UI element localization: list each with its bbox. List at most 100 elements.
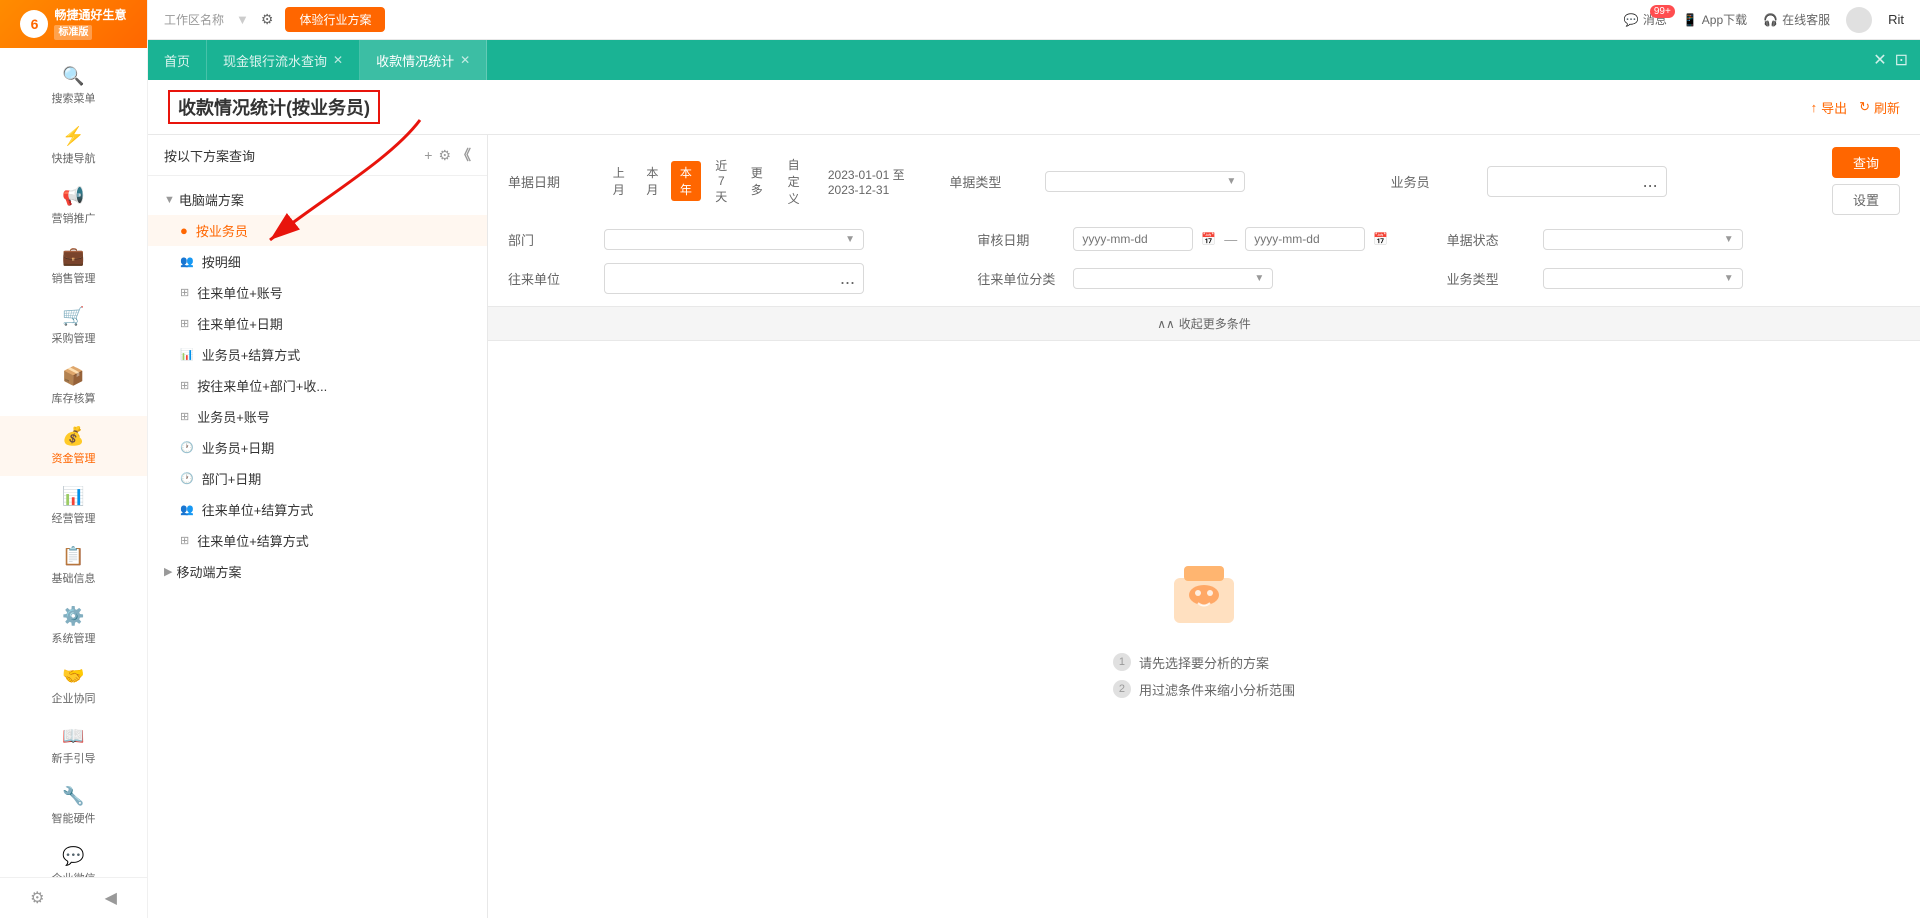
tree-item-counterpart-settle2[interactable]: ⊞ 往来单位+结算方式 xyxy=(148,525,487,556)
counterpart-more-btn[interactable]: ... xyxy=(840,268,855,289)
tree-arrow-mobile: ▶ xyxy=(164,565,172,578)
tree-item-icon-6: ⊞ xyxy=(180,410,189,423)
counterpart-control: ... xyxy=(604,263,961,294)
date-tab-7days[interactable]: 近7天 xyxy=(705,154,738,208)
review-date-to[interactable] xyxy=(1245,227,1365,251)
panel-collapse-btn[interactable]: 《 xyxy=(457,145,471,165)
sidebar-label-hardware: 智能硬件 xyxy=(52,810,96,826)
sidebar-label-guide: 新手引导 xyxy=(52,750,96,766)
sidebar-item-system[interactable]: ⚙️ 系统管理 xyxy=(0,596,147,656)
doc-status-select[interactable]: ▼ xyxy=(1543,229,1743,250)
date-control: 上月 本月 本年 近7天 更多 自定义 2023-01-01 至 2023-12… xyxy=(604,153,933,210)
panel-settings-btn[interactable]: ⚙ xyxy=(438,145,451,165)
tree-item-counterpart-account[interactable]: ⊞ 往来单位+账号 xyxy=(148,277,487,308)
finance-icon: 💰 xyxy=(62,426,84,447)
sidebar-item-finance[interactable]: 💰 资金管理 xyxy=(0,416,147,476)
panel-header: 按以下方案查询 + ⚙ 《 xyxy=(148,135,487,176)
counterpart-select[interactable]: ... xyxy=(604,263,864,294)
tab-receipt-close[interactable]: ✕ xyxy=(460,53,470,67)
wechat-icon: 💬 xyxy=(62,846,84,867)
collapse-bar[interactable]: ∧∧ 收起更多条件 xyxy=(488,307,1920,341)
sidebar-item-inventory[interactable]: 📦 库存核算 xyxy=(0,356,147,416)
tree-item-sales-date[interactable]: 🕐 业务员+日期 xyxy=(148,432,487,463)
query-btn[interactable]: 查询 xyxy=(1832,147,1900,178)
doc-status-control: ▼ xyxy=(1543,229,1900,250)
tab-close-window-btn[interactable]: ✕ xyxy=(1873,50,1886,70)
message-icon: 💬 xyxy=(1624,13,1639,27)
sidebar-label-purchase: 采购管理 xyxy=(52,330,96,346)
review-date-label: 审核日期 xyxy=(977,230,1057,249)
sidebar-item-search[interactable]: 🔍 搜索菜单 xyxy=(0,56,147,116)
counterpart-cat-label: 往来单位分类 xyxy=(977,269,1057,288)
doc-type-label: 单据类型 xyxy=(949,172,1029,191)
sidebar-item-collab[interactable]: 🤝 企业协同 xyxy=(0,656,147,716)
user-avatar[interactable] xyxy=(1846,7,1872,33)
dept-select[interactable]: ▼ xyxy=(604,229,864,250)
sidebar-item-operation[interactable]: 📊 经营管理 xyxy=(0,476,147,536)
export-btn[interactable]: ↑ 导出 xyxy=(1811,98,1848,117)
tree-item-sales-settlement[interactable]: 📊 业务员+结算方式 xyxy=(148,339,487,370)
doc-type-chevron: ▼ xyxy=(1226,176,1236,187)
sidebar-item-wechat[interactable]: 💬 企业微信 xyxy=(0,836,147,877)
collab-icon: 🤝 xyxy=(62,666,84,687)
tree-group-mobile[interactable]: ▶ 移动端方案 xyxy=(148,556,487,587)
trial-btn[interactable]: 体验行业方案 xyxy=(285,7,385,32)
hint-item-1: 1 请先选择要分析的方案 xyxy=(1113,653,1295,672)
date-tab-more[interactable]: 更多 xyxy=(742,161,772,201)
date-label: 单据日期 xyxy=(508,172,588,191)
purchase-icon: 🛒 xyxy=(62,306,84,327)
tree-item-counterpart-dept[interactable]: ⊞ 按往来单位+部门+收... xyxy=(148,370,487,401)
sidebar-item-purchase[interactable]: 🛒 采购管理 xyxy=(0,296,147,356)
tab-cashflow[interactable]: 现金银行流水查询 ✕ xyxy=(207,40,360,80)
tab-maximize-btn[interactable]: ⊡ xyxy=(1895,50,1908,70)
sidebar-collapse-btn[interactable]: ◀ xyxy=(105,888,117,908)
tree-group-pc[interactable]: ▼ 电脑端方案 xyxy=(148,184,487,215)
tab-home[interactable]: 首页 xyxy=(148,40,207,80)
tree-item-icon-2: ⊞ xyxy=(180,286,189,299)
tree-item-by-salesperson[interactable]: ● 按业务员 xyxy=(148,215,487,246)
gear-icon[interactable]: ⚙ xyxy=(261,11,274,28)
tree-item-counterpart-settle1[interactable]: 👥 往来单位+结算方式 xyxy=(148,494,487,525)
tree-item-sales-account[interactable]: ⊞ 业务员+账号 xyxy=(148,401,487,432)
filter-settings-btn[interactable]: 设置 xyxy=(1832,184,1900,215)
panel-add-btn[interactable]: + xyxy=(424,145,432,165)
counterpart-cat-select[interactable]: ▼ xyxy=(1073,268,1273,289)
main-wrapper: 首页 现金银行流水查询 ✕ 收款情况统计 ✕ ✕ ⊡ 收款情况统计(按业务员) … xyxy=(148,40,1920,918)
tab-cashflow-label: 现金银行流水查询 xyxy=(223,51,327,70)
tree-item-label-0: 按业务员 xyxy=(196,221,248,240)
sidebar-item-basic[interactable]: 📋 基础信息 xyxy=(0,536,147,596)
tab-cashflow-close[interactable]: ✕ xyxy=(333,53,343,67)
doc-type-select[interactable]: ▼ xyxy=(1045,171,1245,192)
review-date-from[interactable] xyxy=(1073,227,1193,251)
sidebar-item-hardware[interactable]: 🔧 智能硬件 xyxy=(0,776,147,836)
sidebar-item-guide[interactable]: 📖 新手引导 xyxy=(0,716,147,776)
salesperson-control: ... xyxy=(1487,166,1816,197)
sidebar-item-quicknav[interactable]: ⚡ 快捷导航 xyxy=(0,116,147,176)
tree-item-dept-date[interactable]: 🕐 部门+日期 xyxy=(148,463,487,494)
tree-item-detail[interactable]: 👥 按明细 xyxy=(148,246,487,277)
refresh-btn[interactable]: ↻ 刷新 xyxy=(1859,98,1900,117)
date-range-display: 2023-01-01 至 2023-12-31 xyxy=(828,166,933,197)
sidebar-label-collab: 企业协同 xyxy=(52,690,96,706)
salesperson-more-btn[interactable]: ... xyxy=(1643,171,1658,192)
app-download-btn[interactable]: 📱 App下载 xyxy=(1683,11,1747,28)
tab-receipt[interactable]: 收款情况统计 ✕ xyxy=(360,40,487,80)
brand-name: 畅捷通好生意 xyxy=(54,8,126,24)
sidebar-footer: ⚙ ◀ xyxy=(0,877,147,918)
sidebar-item-marketing[interactable]: 📢 营销推广 xyxy=(0,176,147,236)
filter-row-date: 单据日期 上月 本月 本年 近7天 更多 自定义 2023-01-01 至 20… xyxy=(508,147,1900,215)
date-tab-custom[interactable]: 自定义 xyxy=(776,153,812,210)
tree-item-icon-1: 👥 xyxy=(180,255,194,268)
salesperson-select[interactable]: ... xyxy=(1487,166,1667,197)
date-tab-thisyear[interactable]: 本年 xyxy=(671,161,701,201)
messages-btn[interactable]: 💬 消息 99+ xyxy=(1624,11,1667,28)
online-service-btn[interactable]: 🎧 在线客服 xyxy=(1763,11,1830,28)
empty-illustration xyxy=(1164,553,1244,633)
tree-item-counterpart-date[interactable]: ⊞ 往来单位+日期 xyxy=(148,308,487,339)
inventory-icon: 📦 xyxy=(62,366,84,387)
sidebar-item-sales[interactable]: 💼 销售管理 xyxy=(0,236,147,296)
sidebar-settings-btn[interactable]: ⚙ xyxy=(30,888,44,908)
date-tab-lastmonth[interactable]: 上月 xyxy=(604,161,634,201)
biz-type-select[interactable]: ▼ xyxy=(1543,268,1743,289)
date-tab-thismonth[interactable]: 本月 xyxy=(638,161,668,201)
